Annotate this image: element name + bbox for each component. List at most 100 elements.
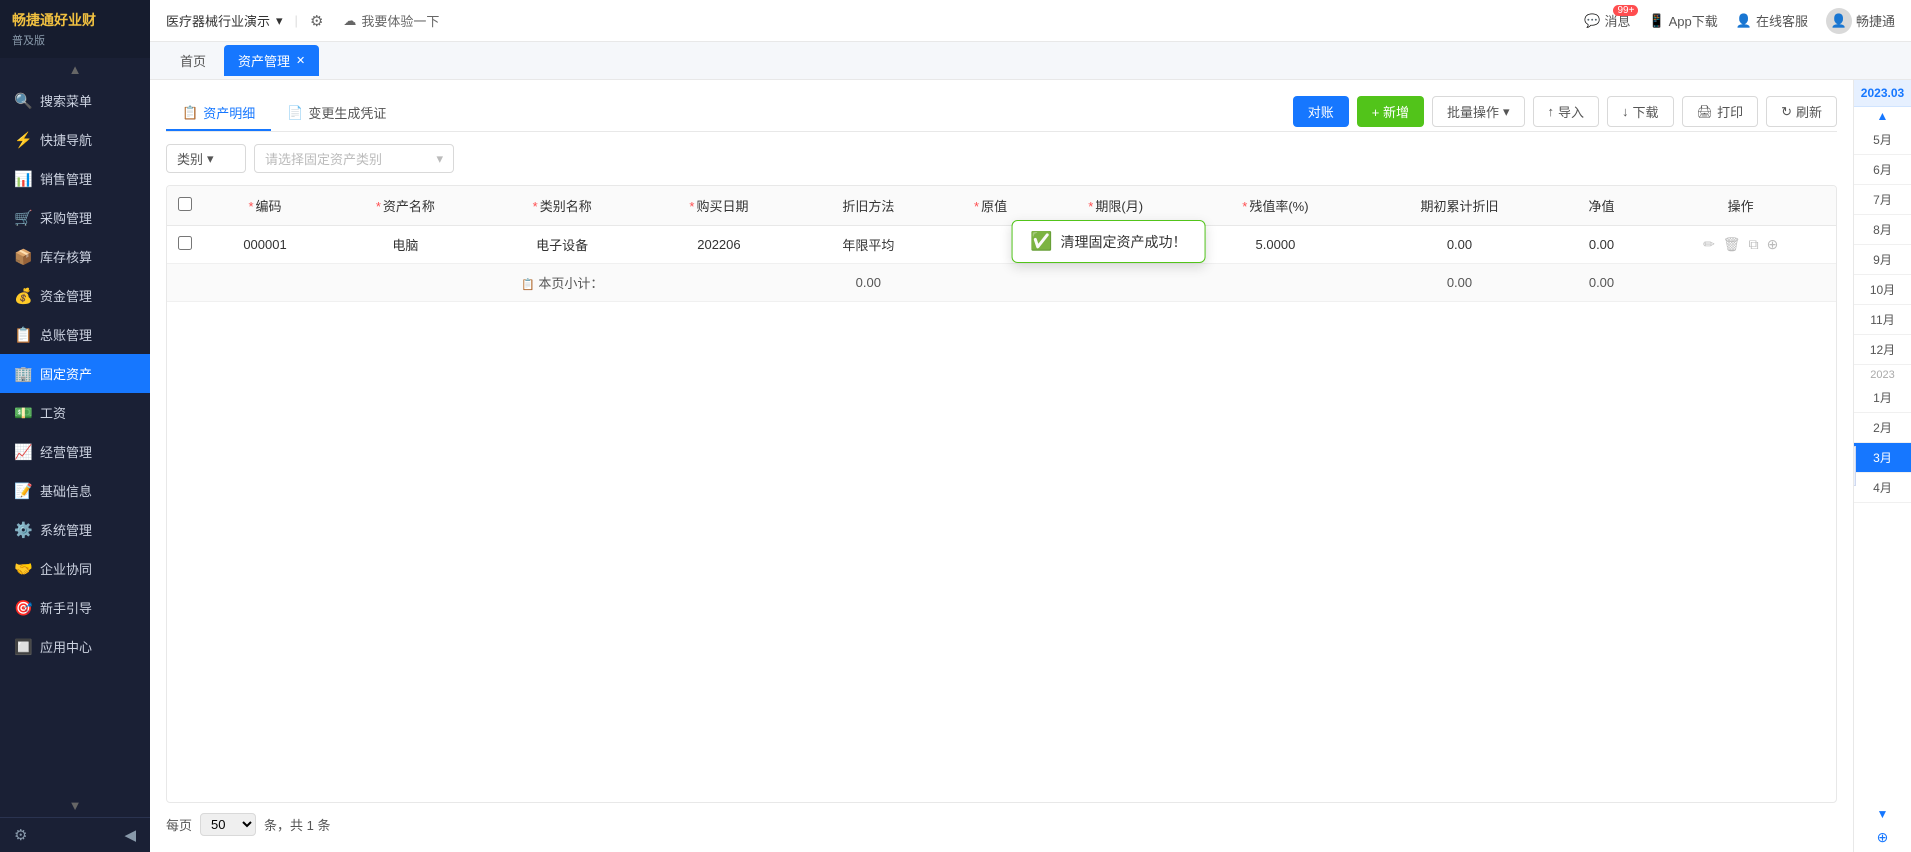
- download-button[interactable]: ↓ 下载: [1607, 96, 1674, 127]
- more-icon[interactable]: ⊕: [1767, 236, 1779, 253]
- collapse-icon[interactable]: ◀: [124, 826, 136, 844]
- sidebar-scroll-up[interactable]: ▲: [0, 58, 150, 81]
- sidebar-label-fixed-assets: 固定资产: [40, 364, 92, 383]
- settings-gear-icon[interactable]: ⚙: [310, 12, 323, 30]
- panel-bottom-icon[interactable]: ⊕: [1854, 823, 1911, 852]
- new-button[interactable]: + 新增: [1357, 96, 1424, 127]
- edit-icon[interactable]: ✏: [1703, 236, 1715, 253]
- online-service-label: 在线客服: [1756, 11, 1808, 30]
- filter-left: 类别 ▾ 请选择固定资产类别 ▾: [166, 144, 454, 173]
- sidebar-item-purchase[interactable]: 🛒采购管理: [0, 198, 150, 237]
- sidebar-icon-fixed-assets: 🏢: [14, 365, 32, 383]
- refresh-label: 刷新: [1796, 102, 1822, 121]
- sidebar-item-enterprise[interactable]: 🤝企业协同: [0, 549, 150, 588]
- settings-icon[interactable]: ⚙: [14, 826, 27, 844]
- month-10[interactable]: 10月: [1854, 275, 1911, 305]
- row-category: 电子设备: [484, 226, 641, 264]
- sidebar-item-base-info[interactable]: 📝基础信息: [0, 471, 150, 510]
- sidebar-item-search[interactable]: 🔍搜索菜单: [0, 81, 150, 120]
- message-icon: 💬: [1584, 13, 1600, 29]
- row-checkbox[interactable]: [178, 236, 192, 250]
- sidebar-item-system[interactable]: ⚙️系统管理: [0, 510, 150, 549]
- sidebar-item-inventory[interactable]: 📦库存核算: [0, 237, 150, 276]
- success-toast: ✅ 清理固定资产成功！: [1011, 220, 1205, 263]
- sidebar-item-guide[interactable]: 🎯新手引导: [0, 588, 150, 627]
- messages-button[interactable]: 💬 消息 99+: [1584, 11, 1630, 30]
- row-actions: ✏ 🗑 ⧉ ⊕: [1645, 226, 1836, 264]
- right-panel: ◀ 2023.03 ▲ 5月 6月 7月 8月 9月 10月 11月 12月 2…: [1853, 80, 1911, 852]
- panel-up-arrow[interactable]: ▲: [1854, 107, 1911, 125]
- category-label: 类别: [177, 149, 203, 168]
- copy-icon[interactable]: ⧉: [1749, 236, 1759, 253]
- online-service-button[interactable]: 👤 在线客服: [1736, 11, 1808, 30]
- panel-down-arrow[interactable]: ▼: [1854, 805, 1911, 823]
- tab-close-icon[interactable]: ✕: [296, 54, 305, 67]
- subtotal-row: 📋 本页小计： 0.00 0.00 0.00: [167, 264, 1836, 302]
- reconcile-button[interactable]: 对账: [1293, 96, 1349, 127]
- sidebar-item-quick-nav[interactable]: ⚡快捷导航: [0, 120, 150, 159]
- panel-header[interactable]: 2023.03: [1854, 80, 1911, 107]
- company-selector[interactable]: 医疗器械行业演示 ▾: [166, 11, 283, 30]
- main-area: 医疗器械行业演示 ▾ | ⚙ ☁ 我要体验一下 💬 消息 99+ 📱 App下载…: [150, 0, 1911, 852]
- month-7[interactable]: 7月: [1854, 185, 1911, 215]
- category-input[interactable]: 请选择固定资产类别 ▾: [254, 144, 454, 173]
- sidebar-item-app-center[interactable]: 🔲应用中心: [0, 627, 150, 666]
- sidebar-item-ledger[interactable]: 📋总账管理: [0, 315, 150, 354]
- import-label: 导入: [1558, 102, 1584, 121]
- panel-months: 5月 6月 7月 8月 9月 10月 11月 12月 2023 1月 2月 3月…: [1854, 125, 1911, 805]
- subtab-change-voucher[interactable]: 📄 变更生成凭证: [271, 96, 402, 131]
- asset-table: *编码 *资产名称 *类别名称 *购买日期 折旧方法 *原值 *期限(月) *残…: [166, 185, 1837, 803]
- subtab-asset-detail[interactable]: 📋 资产明细: [166, 96, 271, 131]
- batch-dropdown-icon: ▾: [1503, 104, 1510, 120]
- month-2[interactable]: 2月: [1854, 413, 1911, 443]
- month-1[interactable]: 1月: [1854, 383, 1911, 413]
- download-icon: ↓: [1622, 104, 1629, 119]
- import-button[interactable]: ↑ 导入: [1533, 96, 1600, 127]
- month-11[interactable]: 11月: [1854, 305, 1911, 335]
- app-download-button[interactable]: 📱 App下载: [1648, 11, 1717, 30]
- header-net-value: 净值: [1558, 186, 1646, 226]
- month-8[interactable]: 8月: [1854, 215, 1911, 245]
- row-net-value: 0.00: [1558, 226, 1646, 264]
- header-checkbox-cell: [167, 186, 203, 226]
- sidebar-item-business[interactable]: 📈经营管理: [0, 432, 150, 471]
- month-6[interactable]: 6月: [1854, 155, 1911, 185]
- print-icon: 🖨: [1697, 104, 1714, 120]
- per-page-select[interactable]: 50 10 20 100: [200, 813, 256, 836]
- sidebar-scroll-down[interactable]: ▼: [0, 794, 150, 817]
- filter-placeholder: 请选择固定资产类别: [265, 149, 382, 168]
- month-4[interactable]: 4月: [1854, 473, 1911, 503]
- subtotal-blank3: [1190, 264, 1362, 302]
- select-all-checkbox[interactable]: [178, 197, 192, 211]
- app-download-label: App下载: [1669, 11, 1718, 30]
- company-name: 医疗器械行业演示: [166, 11, 270, 30]
- sidebar-item-funds[interactable]: 💰资金管理: [0, 276, 150, 315]
- tab-home[interactable]: 首页: [166, 45, 220, 76]
- tab-asset-mgmt[interactable]: 资产管理 ✕: [224, 45, 319, 76]
- sidebar-label-sales: 销售管理: [40, 169, 92, 188]
- subtotal-blank1: [939, 264, 1041, 302]
- sidebar-label-base-info: 基础信息: [40, 481, 92, 500]
- batch-button[interactable]: 批量操作 ▾: [1432, 96, 1525, 127]
- category-filter-select[interactable]: 类别 ▾: [166, 144, 246, 173]
- print-button[interactable]: 🖨 打印: [1682, 96, 1759, 127]
- sidebar-label-payroll: 工资: [40, 403, 66, 422]
- user-profile[interactable]: 👤 畅捷通: [1826, 8, 1895, 34]
- panel-expand-icon[interactable]: ◀: [1853, 446, 1856, 486]
- filter-dropdown-icon: ▾: [207, 151, 214, 167]
- topbar-right: 💬 消息 99+ 📱 App下载 👤 在线客服 👤 畅捷通: [1584, 8, 1895, 34]
- experience-button[interactable]: ☁ 我要体验一下: [343, 11, 439, 30]
- sidebar-icon-ledger: 📋: [14, 326, 32, 344]
- subtotal-actions-blank: [1645, 264, 1836, 302]
- header-purchase-date: *购买日期: [641, 186, 798, 226]
- month-12[interactable]: 12月: [1854, 335, 1911, 365]
- month-9[interactable]: 9月: [1854, 245, 1911, 275]
- refresh-button[interactable]: ↻ 刷新: [1766, 96, 1837, 127]
- month-5[interactable]: 5月: [1854, 125, 1911, 155]
- sidebar-item-fixed-assets[interactable]: 🏢 固定资产: [0, 354, 150, 393]
- month-3-current[interactable]: 3月: [1854, 443, 1911, 473]
- sidebar-item-sales[interactable]: 📊销售管理: [0, 159, 150, 198]
- sidebar-item-payroll[interactable]: 💵工资: [0, 393, 150, 432]
- home-tab-label: 首页: [180, 51, 206, 70]
- delete-icon[interactable]: 🗑: [1723, 236, 1741, 253]
